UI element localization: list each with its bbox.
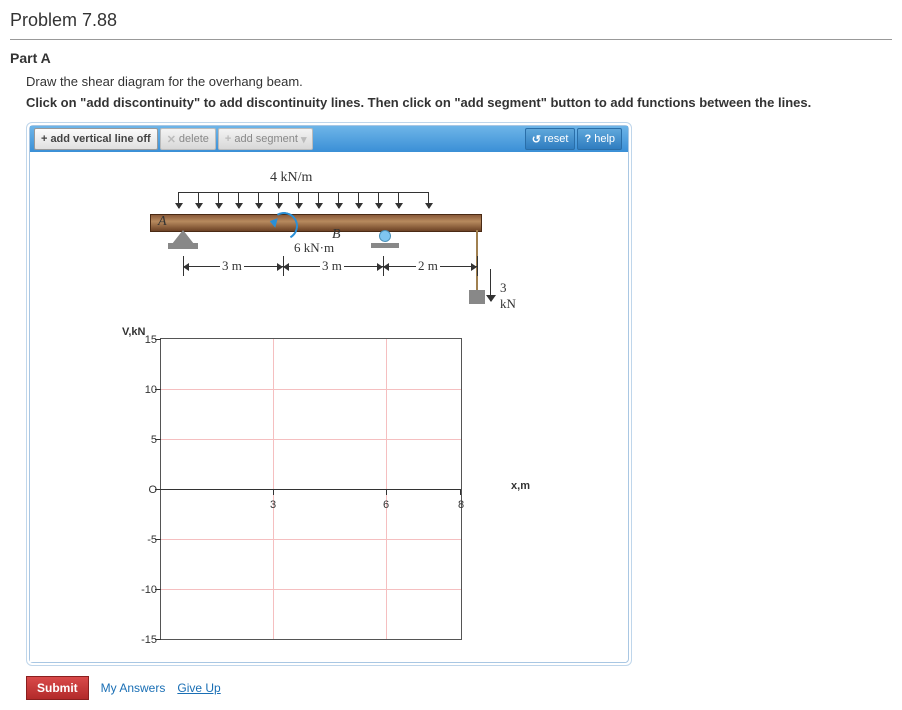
- submit-row: Submit My Answers Give Up: [26, 676, 892, 700]
- canvas-area[interactable]: 4 kN/m A B 6 kN·m 3 k: [30, 152, 626, 662]
- moment-label: 6 kN·m: [294, 240, 334, 256]
- shear-graph[interactable]: V,kN: [160, 332, 500, 648]
- submit-button[interactable]: Submit: [26, 676, 89, 700]
- point-force-label: 3 kN: [500, 280, 520, 312]
- add-segment-label: add segment: [234, 133, 298, 145]
- divider: [10, 39, 892, 40]
- y-tick-15: 15: [133, 334, 157, 346]
- x-tick-6: 6: [376, 499, 396, 511]
- end-force-arrow: [490, 269, 491, 301]
- x-axis: [161, 489, 461, 490]
- delete-label: delete: [179, 133, 209, 145]
- x-tick-8: 8: [451, 499, 471, 511]
- x-tick-3: 3: [263, 499, 283, 511]
- prompt-text: Draw the shear diagram for the overhang …: [26, 74, 892, 89]
- problem-title: Problem 7.88: [10, 10, 892, 31]
- delete-button[interactable]: ✕ delete: [160, 128, 216, 150]
- distributed-load-arrows: [178, 192, 428, 214]
- pin-support-a: [172, 230, 194, 250]
- x-axis-label: x,m: [511, 480, 530, 492]
- widget-toolbar: + add vertical line off ✕ delete + add s…: [30, 126, 628, 152]
- reset-button[interactable]: ↺ reset: [525, 128, 576, 150]
- y-tick-n10: -10: [133, 584, 157, 596]
- add-vertical-line-button[interactable]: + add vertical line off: [34, 128, 158, 150]
- add-vertical-line-label: add vertical line off: [50, 133, 150, 145]
- y-tick-n15: -15: [133, 634, 157, 646]
- my-answers-link[interactable]: My Answers: [101, 681, 166, 695]
- end-weight: [469, 290, 485, 304]
- y-tick-0: O: [133, 484, 157, 496]
- chevron-down-icon: ▾: [301, 133, 307, 146]
- plus-icon: +: [225, 133, 231, 145]
- point-a-label: A: [158, 214, 167, 230]
- reset-icon: ↺: [532, 133, 541, 146]
- y-tick-n5: -5: [133, 534, 157, 546]
- give-up-link[interactable]: Give Up: [177, 681, 220, 695]
- help-button[interactable]: ? help: [577, 128, 622, 150]
- help-label: help: [594, 133, 615, 145]
- x-icon: ✕: [167, 133, 176, 146]
- span-3-label: 2 m: [416, 258, 440, 274]
- drawing-widget: + add vertical line off ✕ delete + add s…: [26, 122, 632, 666]
- give-up-text: Give Up: [177, 681, 220, 695]
- instructions-text: Click on "add discontinuity" to add disc…: [26, 95, 892, 110]
- roller-support-b: [374, 230, 396, 248]
- reset-label: reset: [544, 133, 568, 145]
- help-icon: ?: [584, 133, 591, 145]
- y-tick-10: 10: [133, 384, 157, 396]
- part-label: Part A: [10, 50, 892, 66]
- plus-icon: +: [41, 133, 47, 145]
- distributed-load-label: 4 kN/m: [270, 170, 312, 186]
- span-1-label: 3 m: [220, 258, 244, 274]
- beam-bar: [150, 214, 482, 232]
- add-segment-button[interactable]: + add segment ▾: [218, 128, 314, 150]
- span-2-label: 3 m: [320, 258, 344, 274]
- plot-area[interactable]: 15 10 5 O -5 -10 -15 3 6 8: [160, 338, 462, 640]
- y-tick-5: 5: [133, 434, 157, 446]
